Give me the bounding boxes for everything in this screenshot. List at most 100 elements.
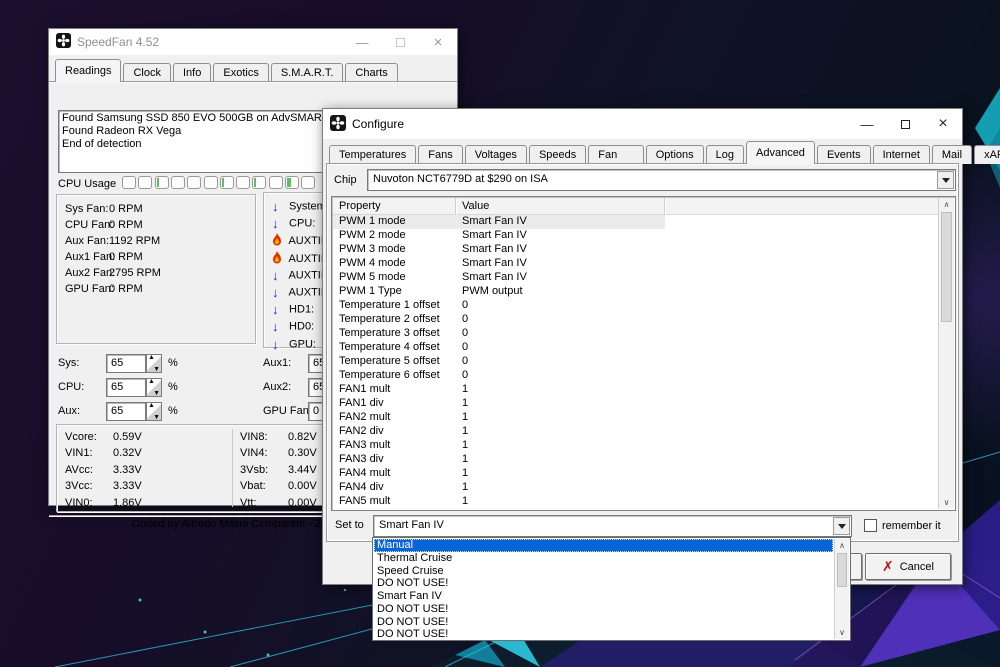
- temperature-row: ↓ CPU:: [272, 216, 315, 231]
- spinner-down-icon[interactable]: ▼: [153, 390, 160, 397]
- table-row[interactable]: FAN4 mult1: [333, 467, 665, 481]
- cancel-button[interactable]: ✗ Cancel: [865, 553, 951, 580]
- value-cell: PWM output: [456, 285, 523, 297]
- scroll-down-icon[interactable]: ∨: [835, 626, 849, 639]
- column-header-property[interactable]: Property: [333, 198, 456, 215]
- speedfan-tab-info[interactable]: Info: [173, 63, 211, 82]
- close-icon[interactable]: ×: [419, 34, 457, 51]
- table-scrollbar[interactable]: ∧ ∨: [938, 198, 954, 509]
- configure-titlebar[interactable]: Configure — ×: [323, 109, 962, 139]
- configure-tab-options[interactable]: Options: [646, 145, 704, 164]
- table-row[interactable]: PWM 2 modeSmart Fan IV: [333, 229, 665, 243]
- set-to-combobox[interactable]: Smart Fan IV: [373, 515, 852, 537]
- dropdown-item[interactable]: DO NOT USE!: [374, 603, 833, 616]
- table-row[interactable]: FAN2 mult1: [333, 411, 665, 425]
- dropdown-item[interactable]: DO NOT USE!: [374, 616, 833, 629]
- speedfan-titlebar[interactable]: SpeedFan 4.52 — ×: [49, 29, 457, 55]
- voltage-label: 3Vcc:: [65, 480, 93, 492]
- configure-tab-speeds[interactable]: Speeds: [529, 145, 586, 164]
- configure-tab-log[interactable]: Log: [706, 145, 744, 164]
- configure-tab-voltages[interactable]: Voltages: [465, 145, 527, 164]
- spinner-up-icon[interactable]: ▲: [148, 378, 155, 385]
- table-row[interactable]: PWM 4 modeSmart Fan IV: [333, 257, 665, 271]
- dropdown-item[interactable]: Thermal Cruise: [374, 552, 833, 565]
- table-row[interactable]: PWM 3 modeSmart Fan IV: [333, 243, 665, 257]
- scroll-down-icon[interactable]: ∨: [939, 496, 954, 509]
- configure-window-title: Configure: [352, 117, 404, 131]
- property-cell: FAN3 mult: [333, 439, 390, 451]
- configure-tab-xap[interactable]: xAP: [974, 145, 1000, 164]
- value-cell: 1: [456, 467, 468, 479]
- speedfan-tab-s-m-a-r-t-[interactable]: S.M.A.R.T.: [271, 63, 344, 82]
- speedfan-tab-clock[interactable]: Clock: [123, 63, 171, 82]
- dropdown-item[interactable]: Smart Fan IV: [374, 590, 833, 603]
- minimize-icon[interactable]: —: [848, 117, 886, 132]
- table-row[interactable]: FAN1 div1: [333, 397, 665, 411]
- maximize-icon[interactable]: [381, 35, 419, 50]
- speed-value-field[interactable]: 65: [106, 402, 146, 421]
- set-to-combo-arrow-icon[interactable]: [833, 517, 850, 535]
- table-row[interactable]: Temperature 6 offset0: [333, 369, 665, 383]
- speed-spinner[interactable]: ▲▼: [146, 402, 162, 421]
- chip-combo-arrow-icon[interactable]: [937, 171, 954, 189]
- fan-reading-label: Aux2 Fan:: [65, 267, 115, 279]
- dropdown-item[interactable]: Speed Cruise: [374, 565, 833, 578]
- dropdown-item[interactable]: DO NOT USE!: [374, 628, 833, 641]
- column-header-extra[interactable]: [665, 198, 938, 215]
- table-row[interactable]: FAN4 div1: [333, 481, 665, 495]
- table-row[interactable]: Temperature 1 offset0: [333, 299, 665, 313]
- table-row[interactable]: Temperature 3 offset0: [333, 327, 665, 341]
- scroll-up-icon[interactable]: ∧: [939, 198, 954, 211]
- spinner-up-icon[interactable]: ▲: [148, 354, 155, 361]
- configure-tab-events[interactable]: Events: [817, 145, 871, 164]
- dropdown-scrollbar[interactable]: ∧ ∨: [834, 539, 849, 639]
- configure-tab-fans[interactable]: Fans: [418, 145, 462, 164]
- column-header-value[interactable]: Value: [456, 198, 665, 215]
- table-row[interactable]: FAN1 mult1: [333, 383, 665, 397]
- configure-tab-advanced[interactable]: Advanced: [746, 141, 815, 164]
- remember-checkbox[interactable]: [864, 519, 877, 532]
- set-to-dropdown-list[interactable]: ∧ ∨ ManualThermal CruiseSpeed CruiseDO N…: [372, 537, 851, 641]
- speed-spinner[interactable]: ▲▼: [146, 378, 162, 397]
- table-row[interactable]: FAN3 mult1: [333, 439, 665, 453]
- chip-combobox[interactable]: Nuvoton NCT6779D at $290 on ISA: [367, 169, 956, 191]
- spinner-down-icon[interactable]: ▼: [153, 414, 160, 421]
- table-row[interactable]: Temperature 4 offset0: [333, 341, 665, 355]
- speed-value-field[interactable]: 65: [106, 378, 146, 397]
- minimize-icon[interactable]: —: [343, 35, 381, 50]
- close-icon[interactable]: ×: [924, 115, 962, 133]
- maximize-icon[interactable]: [886, 117, 924, 132]
- configure-app-icon: [330, 115, 346, 134]
- table-row[interactable]: Temperature 5 offset0: [333, 355, 665, 369]
- scrollbar-thumb[interactable]: [837, 553, 847, 587]
- table-row[interactable]: PWM 1 TypePWM output: [333, 285, 665, 299]
- table-row[interactable]: FAN5 mult1: [333, 495, 665, 509]
- table-row[interactable]: FAN2 div1: [333, 425, 665, 439]
- configure-tab-fan-control[interactable]: Fan Control: [588, 145, 643, 164]
- scroll-up-icon[interactable]: ∧: [835, 539, 849, 552]
- speed-unit: %: [168, 405, 178, 417]
- dropdown-item[interactable]: DO NOT USE!: [374, 577, 833, 590]
- configure-tab-internet[interactable]: Internet: [873, 145, 930, 164]
- speedfan-tab-charts[interactable]: Charts: [345, 63, 397, 82]
- scrollbar-thumb[interactable]: [941, 212, 952, 322]
- property-table-header[interactable]: Property Value: [333, 198, 938, 215]
- property-table[interactable]: Property Value PWM 1 modeSmart Fan IVPWM…: [331, 196, 956, 511]
- voltage-label: VIN0:: [65, 497, 93, 509]
- detection-log[interactable]: ∧ ∨ Found Samsung SSD 850 EVO 500GB on A…: [58, 110, 353, 173]
- configure-tab-temperatures[interactable]: Temperatures: [329, 145, 416, 164]
- table-row[interactable]: PWM 1 modeSmart Fan IV: [333, 215, 665, 229]
- speed-value-field[interactable]: 65: [106, 354, 146, 373]
- property-table-rows: PWM 1 modeSmart Fan IVPWM 2 modeSmart Fa…: [332, 215, 938, 509]
- spinner-down-icon[interactable]: ▼: [153, 366, 160, 373]
- speedfan-tab-readings[interactable]: Readings: [55, 59, 121, 82]
- speedfan-tab-exotics[interactable]: Exotics: [213, 63, 268, 82]
- table-row[interactable]: PWM 5 modeSmart Fan IV: [333, 271, 665, 285]
- table-row[interactable]: FAN3 div1: [333, 453, 665, 467]
- table-row[interactable]: Temperature 2 offset0: [333, 313, 665, 327]
- dropdown-item[interactable]: Manual: [374, 539, 833, 552]
- spinner-up-icon[interactable]: ▲: [148, 402, 155, 409]
- configure-tab-mail[interactable]: Mail: [932, 145, 972, 164]
- speed-spinner[interactable]: ▲▼: [146, 354, 162, 373]
- property-cell: PWM 5 mode: [333, 271, 406, 283]
